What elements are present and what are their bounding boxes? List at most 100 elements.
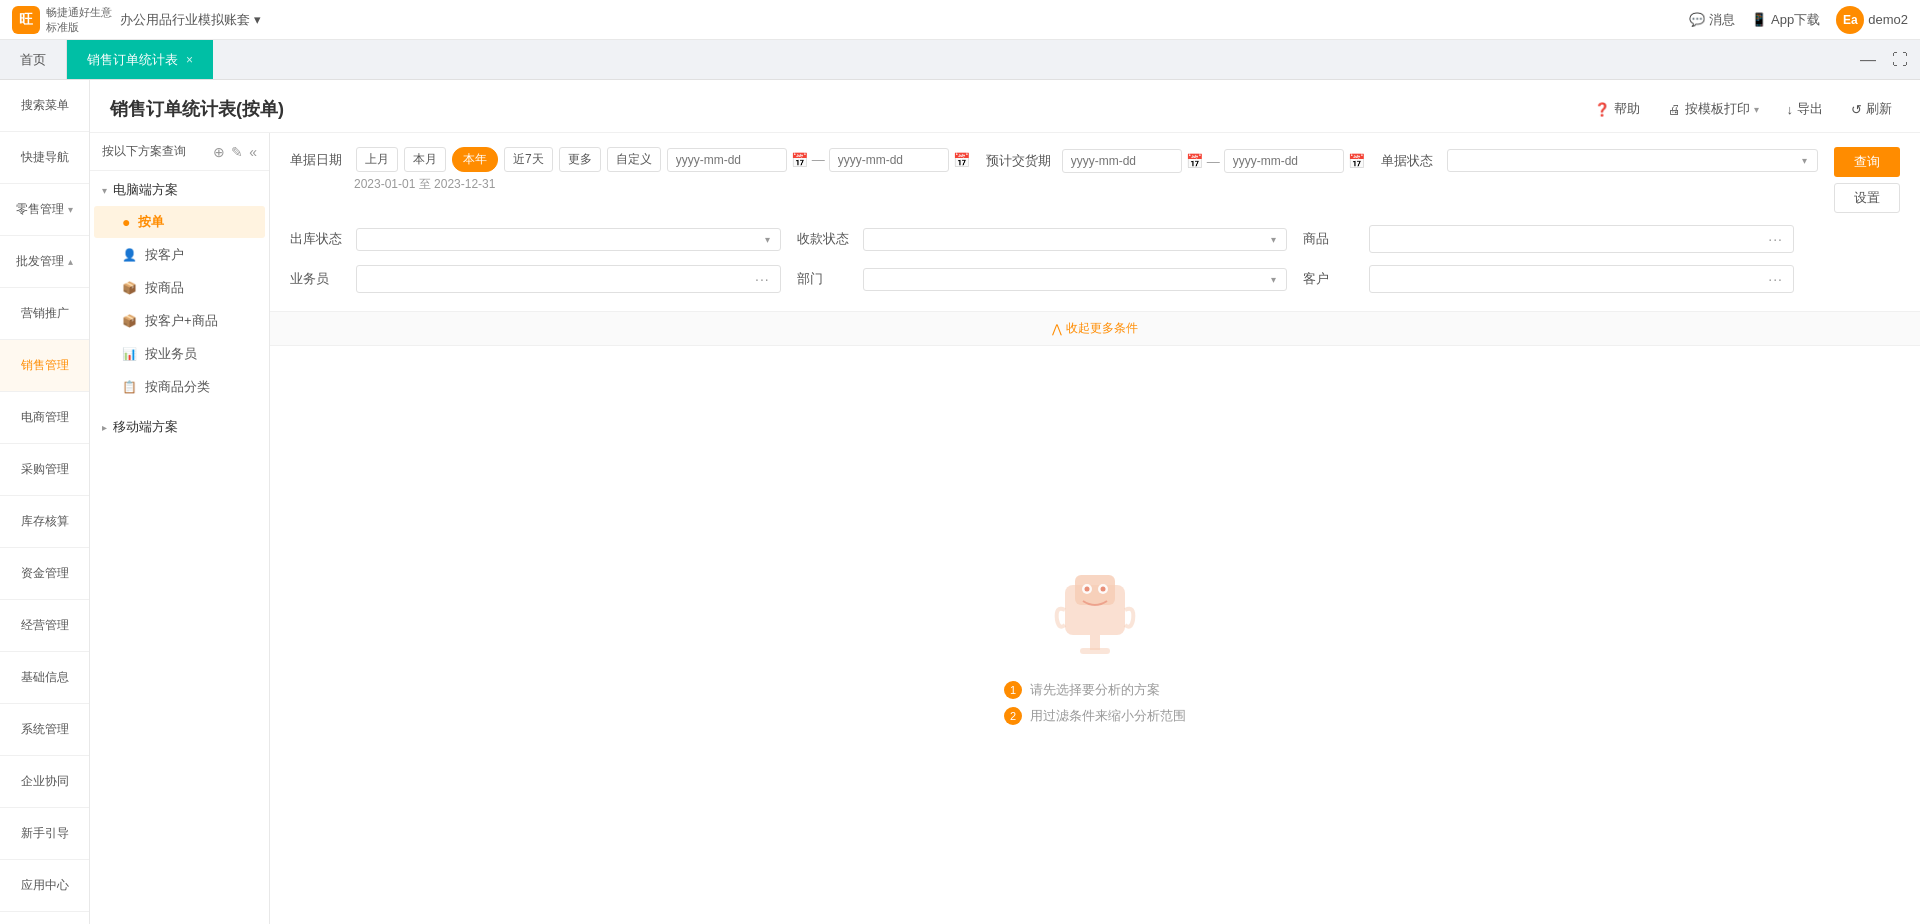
collapse-bar[interactable]: ⋀ 收起更多条件 bbox=[270, 312, 1920, 346]
refresh-button[interactable]: ↺ 刷新 bbox=[1843, 96, 1900, 122]
search-button[interactable]: 查询 bbox=[1834, 147, 1900, 177]
date-btn-last-month[interactable]: 上月 bbox=[356, 147, 398, 172]
scheme-active-icon: ● bbox=[122, 214, 130, 230]
sidebar-item-inventory[interactable]: 库存核算 bbox=[0, 496, 89, 548]
payment-status-select[interactable]: ▾ bbox=[863, 228, 1288, 251]
print-icon: 🖨 bbox=[1668, 102, 1681, 117]
goods-dots-icon: ··· bbox=[1768, 231, 1783, 247]
breadcrumb-dropdown[interactable]: 办公用品行业模拟账套 ▾ bbox=[120, 11, 261, 29]
scheme-item-by-order[interactable]: ● 按单 bbox=[94, 206, 265, 238]
salesperson-dots-icon: ··· bbox=[755, 271, 770, 287]
ecommerce-label: 电商管理 bbox=[21, 409, 69, 426]
scheme-item-by-category[interactable]: 📋 按商品分类 bbox=[94, 371, 265, 403]
expected-end-input[interactable] bbox=[1224, 149, 1344, 173]
expected-dash: — bbox=[1207, 154, 1220, 169]
user-menu[interactable]: Ea demo2 bbox=[1836, 6, 1908, 34]
scheme-group-pc-header[interactable]: ▾ 电脑端方案 bbox=[90, 175, 269, 205]
template-print-button[interactable]: 🖨 按模板打印 ▾ bbox=[1660, 96, 1767, 122]
mobile-expand-icon: ▸ bbox=[102, 422, 107, 433]
department-select[interactable]: ▾ bbox=[863, 268, 1288, 291]
delivery-status-select[interactable]: ▾ bbox=[356, 228, 781, 251]
sidebar: 搜索菜单 快捷导航 零售管理 ▾ 批发管理 ▴ 营销推广 销售管理 电商管理 采… bbox=[0, 80, 90, 924]
sidebar-item-search[interactable]: 搜索菜单 bbox=[0, 80, 89, 132]
sidebar-item-guide[interactable]: 新手引导 bbox=[0, 808, 89, 860]
date-btn-7days[interactable]: 近7天 bbox=[504, 147, 553, 172]
sidebar-item-ecommerce[interactable]: 电商管理 bbox=[0, 392, 89, 444]
calendar-end-icon[interactable]: 📅 bbox=[953, 152, 970, 168]
left-scheme-panel: 按以下方案查询 ⊕ ✎ « ▾ 电脑端方案 ● 按单 bbox=[90, 133, 270, 924]
department-label: 部门 bbox=[797, 270, 857, 288]
empty-tip-1: 1 请先选择要分析的方案 bbox=[1004, 681, 1186, 699]
help-label: 帮助 bbox=[1614, 100, 1640, 118]
sidebar-item-finance[interactable]: 资金管理 bbox=[0, 548, 89, 600]
sidebar-item-basics[interactable]: 基础信息 bbox=[0, 652, 89, 704]
tab-close-icon[interactable]: × bbox=[186, 53, 193, 67]
scheme-item-by-customer-goods[interactable]: 📦 按客户+商品 bbox=[94, 305, 265, 337]
sidebar-item-purchase[interactable]: 采购管理 bbox=[0, 444, 89, 496]
top-bar-right: 💬 消息 📱 App下载 Ea demo2 bbox=[1689, 6, 1908, 34]
window-minimize-icon[interactable]: — bbox=[1856, 47, 1880, 73]
scheme-item-by-customer[interactable]: 👤 按客户 bbox=[94, 239, 265, 271]
print-chevron-icon: ▾ bbox=[1754, 104, 1759, 115]
empty-illustration bbox=[1035, 545, 1155, 665]
payment-status-label: 收款状态 bbox=[797, 230, 857, 248]
operations-label: 经营管理 bbox=[21, 617, 69, 634]
add-scheme-icon[interactable]: ⊕ bbox=[213, 144, 225, 160]
marketing-label: 营销推广 bbox=[21, 305, 69, 322]
date-btn-custom[interactable]: 自定义 bbox=[607, 147, 661, 172]
content-area: 销售订单统计表(按单) ❓ 帮助 🖨 按模板打印 ▾ ↓ 导出 ↺ 刷新 bbox=[90, 80, 1920, 924]
goods-selector[interactable]: ··· bbox=[1369, 225, 1794, 253]
goods-scheme-icon: 📦 bbox=[122, 281, 137, 295]
scheme-customer-label: 按客户 bbox=[145, 246, 184, 264]
refresh-icon: ↺ bbox=[1851, 102, 1862, 117]
tab-home[interactable]: 首页 bbox=[0, 40, 67, 79]
tab-sales-order[interactable]: 销售订单统计表 × bbox=[67, 40, 213, 79]
expected-start-input[interactable] bbox=[1062, 149, 1182, 173]
download-icon: 📱 bbox=[1751, 12, 1767, 27]
scheme-group-mobile-header[interactable]: ▸ 移动端方案 bbox=[90, 412, 269, 442]
sidebar-item-shortcuts[interactable]: 快捷导航 bbox=[0, 132, 89, 184]
date-btn-this-month[interactable]: 本月 bbox=[404, 147, 446, 172]
bill-status-select[interactable]: ▾ bbox=[1447, 149, 1818, 172]
collapse-panel-icon[interactable]: « bbox=[249, 144, 257, 160]
sidebar-item-system[interactable]: 系统管理 bbox=[0, 704, 89, 756]
date-btn-this-year[interactable]: 本年 bbox=[452, 147, 498, 172]
date-btn-more[interactable]: 更多 bbox=[559, 147, 601, 172]
svg-point-4 bbox=[1085, 587, 1090, 592]
calendar-start-icon[interactable]: 📅 bbox=[791, 152, 808, 168]
date-end-input[interactable] bbox=[829, 148, 949, 172]
help-button[interactable]: ❓ 帮助 bbox=[1586, 96, 1648, 122]
collapse-icon: ⋀ bbox=[1052, 322, 1062, 336]
sidebar-item-operations[interactable]: 经营管理 bbox=[0, 600, 89, 652]
scheme-item-by-goods[interactable]: 📦 按商品 bbox=[94, 272, 265, 304]
sidebar-item-enterprise[interactable]: 企业协同 bbox=[0, 756, 89, 808]
sidebar-item-wholesale[interactable]: 批发管理 ▴ bbox=[0, 236, 89, 288]
sidebar-item-marketing[interactable]: 营销推广 bbox=[0, 288, 89, 340]
settings-button[interactable]: 设置 bbox=[1834, 183, 1900, 213]
right-content: 单据日期 上月 本月 本年 近7天 更多 自定义 📅 — bbox=[270, 133, 1920, 924]
svg-point-5 bbox=[1101, 587, 1106, 592]
sidebar-item-sales[interactable]: 销售管理 bbox=[0, 340, 89, 392]
help-icon: ❓ bbox=[1594, 102, 1610, 117]
window-maximize-icon[interactable]: ⛶ bbox=[1888, 47, 1912, 73]
edit-scheme-icon[interactable]: ✎ bbox=[231, 144, 243, 160]
avatar: Ea bbox=[1836, 6, 1864, 34]
sidebar-item-apps[interactable]: 应用中心 bbox=[0, 860, 89, 912]
expected-calendar-start-icon[interactable]: 📅 bbox=[1186, 153, 1203, 169]
salesperson-scheme-icon: 📊 bbox=[122, 347, 137, 361]
sidebar-item-wechat[interactable]: 企业微信 bbox=[0, 912, 89, 924]
expected-calendar-end-icon[interactable]: 📅 bbox=[1348, 153, 1365, 169]
scheme-item-by-salesperson[interactable]: 📊 按业务员 bbox=[94, 338, 265, 370]
date-start-input[interactable] bbox=[667, 148, 787, 172]
tab-bar-actions: — ⛶ bbox=[1856, 47, 1920, 73]
sidebar-item-retail[interactable]: 零售管理 ▾ bbox=[0, 184, 89, 236]
salesperson-selector[interactable]: ··· bbox=[356, 265, 781, 293]
export-button[interactable]: ↓ 导出 bbox=[1779, 96, 1832, 122]
message-action[interactable]: 💬 消息 bbox=[1689, 11, 1735, 29]
app-download-action[interactable]: 📱 App下载 bbox=[1751, 11, 1820, 29]
left-panel-header: 按以下方案查询 ⊕ ✎ « bbox=[90, 133, 269, 171]
date-input-group: 📅 — 📅 bbox=[667, 148, 970, 172]
customer-selector[interactable]: ··· bbox=[1369, 265, 1794, 293]
collapse-label: 收起更多条件 bbox=[1066, 320, 1138, 337]
date-range-text: 2023-01-01 至 2023-12-31 bbox=[354, 176, 970, 193]
